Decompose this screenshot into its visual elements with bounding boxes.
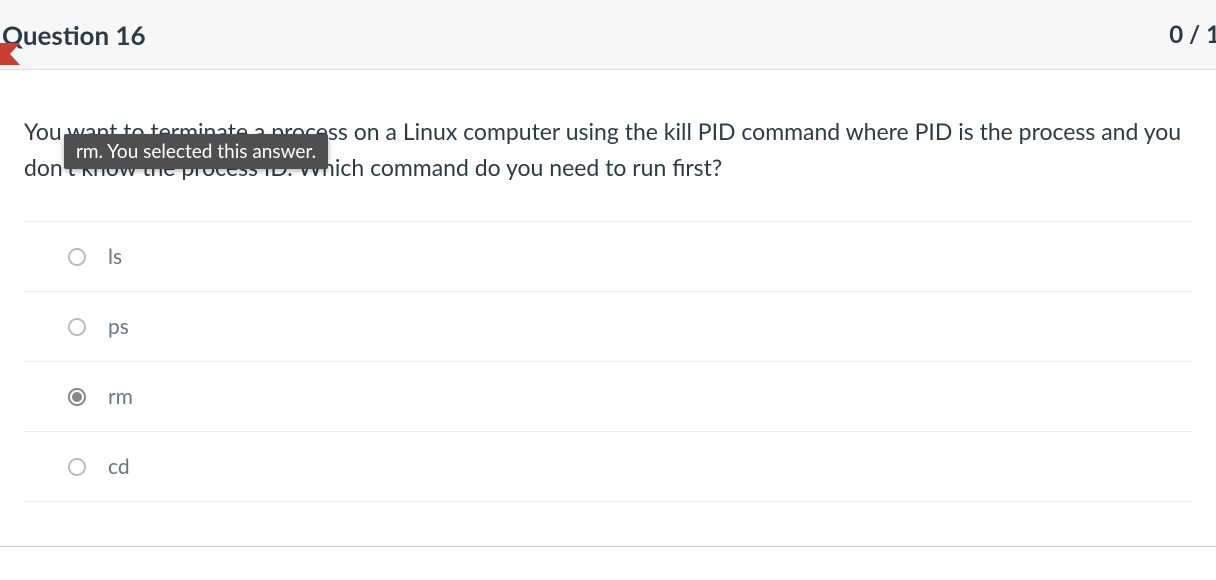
question-content: You want to terminate a process on a Lin… [0,70,1216,526]
option-label: rm [108,384,133,409]
option-row[interactable]: cd [24,431,1192,502]
radio-icon[interactable] [68,248,86,266]
options-list: ls ps rm cd [24,221,1192,502]
question-header: Question 16 0 / 1 [0,0,1216,70]
option-row[interactable]: rm [24,361,1192,431]
radio-icon[interactable] [68,388,86,406]
option-label: ps [108,314,129,339]
option-label: ls [108,244,122,269]
option-row[interactable]: ls [24,221,1192,291]
question-title: Question 16 [2,19,146,51]
header-left: Question 16 [0,19,146,51]
answer-tooltip: rm. You selected this answer. [64,134,328,169]
footer-divider [0,546,1216,547]
option-row[interactable]: ps [24,291,1192,361]
question-score: 0 / 1 [1169,20,1216,49]
radio-icon[interactable] [68,318,86,336]
option-label: cd [108,454,130,479]
radio-icon[interactable] [68,458,86,476]
